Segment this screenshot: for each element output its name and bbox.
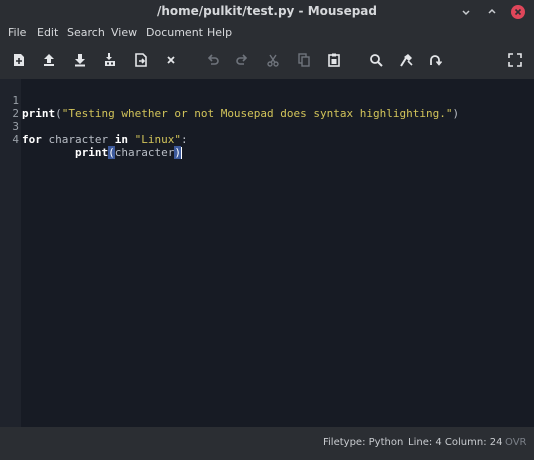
toolbar [0, 42, 534, 78]
matched-bracket-open: ( [108, 146, 115, 159]
fullscreen-icon [508, 53, 522, 67]
new-document-button[interactable] [11, 52, 27, 68]
menu-search[interactable]: Search [67, 26, 105, 39]
overwrite-mode-status: OVR [505, 437, 527, 448]
menu-help[interactable]: Help [207, 26, 232, 39]
redo-button[interactable] [234, 52, 250, 68]
new-document-icon [14, 54, 24, 66]
menu-file[interactable]: File [8, 26, 26, 39]
mousepad-window: /home/pulkit/test.py - Mousepad File Edi… [0, 0, 534, 460]
paste-button[interactable] [326, 52, 342, 68]
code-lines: 1 print("Testing whether or not Mousepad… [0, 81, 534, 159]
code-line-2: 2 [0, 94, 534, 120]
goto-icon [430, 55, 443, 66]
fullscreen-button[interactable] [507, 52, 523, 68]
keyword: print [74, 146, 109, 159]
matched-bracket-close: ) [174, 146, 181, 159]
status-bar: Filetype: Python Line: 4 Column: 24 OVR [0, 427, 534, 460]
search-button[interactable] [368, 52, 384, 68]
title-bar: /home/pulkit/test.py - Mousepad [0, 0, 534, 24]
cut-icon [267, 54, 279, 67]
search-icon [370, 54, 383, 67]
undo-button[interactable] [205, 52, 221, 68]
save-download-icon [75, 54, 85, 67]
paste-icon [328, 53, 340, 67]
open-upload-icon [44, 54, 54, 66]
string-literal: "Linux" [134, 133, 181, 146]
open-button[interactable] [41, 52, 57, 68]
minimize-button[interactable] [459, 5, 473, 19]
menu-bar: File Edit Search View Document Help [0, 24, 534, 42]
reload-button[interactable] [133, 52, 149, 68]
code-line-3: 3 for character in "Linux": [0, 107, 534, 146]
cursor-position-status: Line: 4 Column: 24 [408, 437, 503, 448]
goto-button[interactable] [427, 52, 443, 68]
menu-edit[interactable]: Edit [37, 26, 58, 39]
undo-icon [207, 54, 219, 65]
text-cursor [180, 147, 182, 159]
maximize-button[interactable] [485, 5, 499, 19]
menu-document[interactable]: Document [146, 26, 203, 39]
keyword: in [114, 133, 128, 146]
close-document-button[interactable] [163, 52, 179, 68]
line-number: 4 [12, 133, 19, 146]
find-replace-icon [400, 54, 413, 67]
cut-button[interactable] [265, 52, 281, 68]
close-icon [514, 8, 522, 16]
close-icon [167, 56, 175, 64]
window-title: /home/pulkit/test.py - Mousepad [156, 4, 377, 18]
find-replace-button[interactable] [398, 52, 414, 68]
copy-button[interactable] [296, 52, 312, 68]
minimize-icon [462, 10, 470, 16]
save-as-icon [105, 53, 115, 66]
code-line-1: 1 print("Testing whether or not Mousepad… [0, 81, 534, 120]
redo-icon [236, 54, 248, 65]
identifier: character [114, 146, 175, 159]
filetype-status[interactable]: Filetype: Python [323, 437, 403, 448]
colon: : [180, 133, 188, 146]
close-window-button[interactable] [511, 5, 525, 19]
reload-icon [135, 53, 147, 67]
menu-view[interactable]: View [111, 26, 137, 39]
maximize-icon [488, 8, 496, 14]
copy-icon [298, 53, 310, 67]
code-line-4: 4 print(character) [0, 120, 534, 159]
save-as-button[interactable] [102, 52, 118, 68]
save-button[interactable] [72, 52, 88, 68]
editor-area[interactable]: 1 print("Testing whether or not Mousepad… [0, 79, 534, 427]
